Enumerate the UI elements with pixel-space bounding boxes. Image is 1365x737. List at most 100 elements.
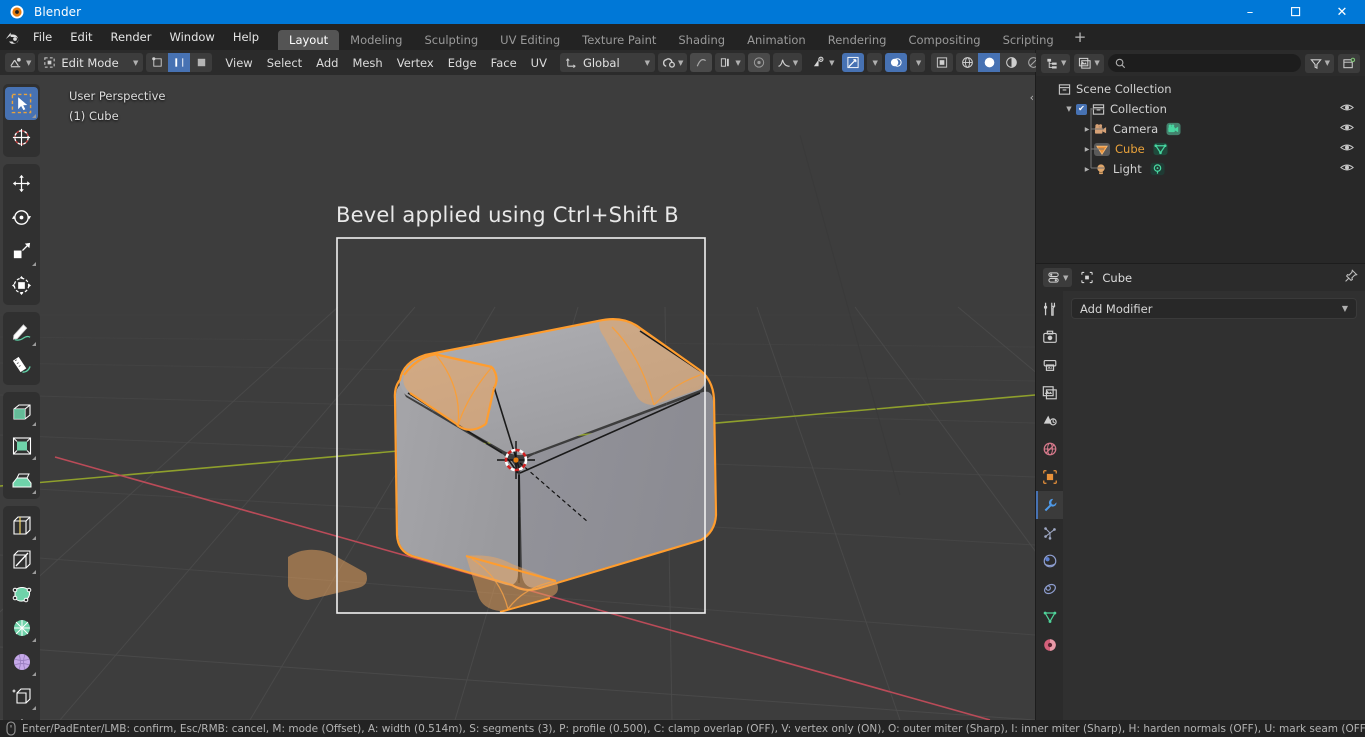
move-tool[interactable] <box>5 167 38 200</box>
camera-data-icon[interactable] <box>1166 122 1181 136</box>
tweak-select-box-tool[interactable] <box>5 87 38 120</box>
blender-logo-icon[interactable] <box>0 24 24 50</box>
scene-tab[interactable] <box>1036 407 1063 435</box>
tool-tab[interactable] <box>1036 295 1063 323</box>
menu-edit[interactable]: Edit <box>61 27 101 47</box>
edge-select-mode-button[interactable] <box>168 53 191 72</box>
snap-mode-icon[interactable]: ▼ <box>715 53 745 72</box>
cube-mesh <box>288 318 718 613</box>
viewport-menu-uv[interactable]: UV <box>524 54 554 72</box>
menu-file[interactable]: File <box>24 27 61 47</box>
workspace-tab-texture-paint[interactable]: Texture Paint <box>571 30 667 50</box>
proportional-edit-icon[interactable] <box>747 53 770 72</box>
gizmo-options-caret[interactable]: ▼ <box>866 53 882 72</box>
view-layer-display-mode-icon[interactable]: ▼ <box>1074 53 1104 73</box>
viewport-menu-edge[interactable]: Edge <box>441 54 484 72</box>
viewport-menu-view[interactable]: View <box>218 54 259 72</box>
close-button[interactable]: ✕ <box>1319 0 1365 24</box>
overlay-options-caret[interactable]: ▼ <box>909 53 926 72</box>
proportional-falloff-icon[interactable]: ▼ <box>772 53 803 72</box>
smooth-tool[interactable] <box>5 645 38 678</box>
overlays-toggle-icon[interactable] <box>884 53 907 72</box>
workspace-tab-uv-editing[interactable]: UV Editing <box>489 30 571 50</box>
workspace-tab-shading[interactable]: Shading <box>667 30 736 50</box>
render-tab[interactable] <box>1036 323 1063 351</box>
window-title-bar: Blender – ✕ <box>0 0 1365 24</box>
viewport-menu-vertex[interactable]: Vertex <box>390 54 441 72</box>
face-select-mode-button[interactable] <box>190 53 213 72</box>
new-collection-icon[interactable] <box>1338 53 1360 73</box>
loop-cut-tool[interactable] <box>5 509 38 542</box>
menu-help[interactable]: Help <box>224 27 268 47</box>
visibility-eye-icon[interactable] <box>1340 142 1354 156</box>
edge-slide-tool[interactable] <box>5 679 38 712</box>
outliner-icon[interactable]: ▼ <box>1041 53 1071 73</box>
window-controls: – ✕ <box>1227 0 1365 24</box>
tool-group-select <box>3 84 40 157</box>
knife-tool[interactable] <box>5 543 38 576</box>
rotate-tool[interactable] <box>5 201 38 234</box>
restore-button[interactable] <box>1273 0 1319 24</box>
constraints-tab[interactable] <box>1036 575 1063 603</box>
vertex-select-mode-button[interactable] <box>146 53 169 72</box>
poly-build-tool[interactable] <box>5 577 38 610</box>
pin-icon[interactable] <box>1344 268 1358 287</box>
viewport-menu-add[interactable]: Add <box>309 54 345 72</box>
viewport-menu-face[interactable]: Face <box>484 54 524 72</box>
inset-faces-tool[interactable] <box>5 429 38 462</box>
shading-material-button[interactable] <box>1000 53 1023 72</box>
modifier-tab[interactable] <box>1036 491 1063 519</box>
shading-wireframe-button[interactable] <box>956 53 979 72</box>
spin-tool[interactable] <box>5 611 38 644</box>
interaction-mode-dropdown[interactable]: Edit Mode ▼ <box>38 53 144 72</box>
workspace-tab-scripting[interactable]: Scripting <box>992 30 1065 50</box>
snap-magnet-icon[interactable]: ▼ <box>657 53 688 72</box>
viewport-menu-mesh[interactable]: Mesh <box>345 54 389 72</box>
snap-target-icon[interactable] <box>690 53 713 72</box>
world-tab[interactable] <box>1036 435 1063 463</box>
shading-solid-button[interactable] <box>978 53 1001 72</box>
sidebar-collapse-arrow-icon[interactable]: ‹ <box>1030 91 1034 104</box>
properties-icon[interactable]: ▼ <box>1043 268 1073 287</box>
measure-tool[interactable] <box>5 349 38 382</box>
scale-tool[interactable] <box>5 235 38 268</box>
visibility-eye-icon[interactable] <box>1340 122 1354 136</box>
shrink-fatten-tool[interactable] <box>5 713 38 720</box>
output-tab[interactable] <box>1036 351 1063 379</box>
workspace-tab-layout[interactable]: Layout <box>278 30 340 50</box>
workspace-tab-rendering[interactable]: Rendering <box>817 30 898 50</box>
view-layer-tab[interactable] <box>1036 379 1063 407</box>
filter-icon[interactable]: ▼ <box>1304 53 1334 73</box>
workspace-tab-animation[interactable]: Animation <box>736 30 817 50</box>
add-modifier-dropdown[interactable]: Add Modifier ▼ <box>1071 298 1357 319</box>
viewport-menu-select[interactable]: Select <box>260 54 309 72</box>
visibility-gizmo-icon[interactable]: ▼ <box>808 53 838 72</box>
minimize-button[interactable]: – <box>1227 0 1273 24</box>
workspace-tab-modeling[interactable]: Modeling <box>339 30 413 50</box>
object-tab[interactable] <box>1036 463 1063 491</box>
annotate-tool[interactable] <box>5 315 38 348</box>
transform-orientation-dropdown[interactable]: Global ▼ <box>559 53 655 72</box>
particles-tab[interactable] <box>1036 519 1063 547</box>
viewport-header: ▼ Edit Mode ▼ View Select Add Mesh Vertex Edg… <box>0 50 1045 75</box>
workspace-tab-compositing[interactable]: Compositing <box>897 30 991 50</box>
3d-viewport[interactable]: User Perspective (1) Cube Bevel applied … <box>0 75 1035 720</box>
editor-type-icon[interactable]: ▼ <box>5 53 36 72</box>
cursor-tool[interactable] <box>5 121 38 154</box>
outliner-editor: ▼ ▼ ▼ Scene Collection ▼ ✔ Collection ▶ … <box>1036 50 1365 263</box>
menu-window[interactable]: Window <box>160 27 223 47</box>
add-workspace-button[interactable]: + <box>1065 28 1096 46</box>
visibility-eye-icon[interactable] <box>1340 102 1354 116</box>
transform-tool[interactable] <box>5 269 38 302</box>
xray-toggle-icon[interactable] <box>931 53 954 72</box>
menu-render[interactable]: Render <box>102 27 161 47</box>
material-tab[interactable] <box>1036 631 1063 659</box>
bevel-tool[interactable] <box>5 463 38 496</box>
outliner-search-input[interactable] <box>1107 54 1301 72</box>
object-data-tab[interactable] <box>1036 603 1063 631</box>
workspace-tab-sculpting[interactable]: Sculpting <box>413 30 489 50</box>
visibility-eye-icon[interactable] <box>1340 162 1354 176</box>
physics-tab[interactable] <box>1036 547 1063 575</box>
gizmo-toggle-icon[interactable] <box>841 53 864 72</box>
extrude-region-tool[interactable] <box>5 395 38 428</box>
